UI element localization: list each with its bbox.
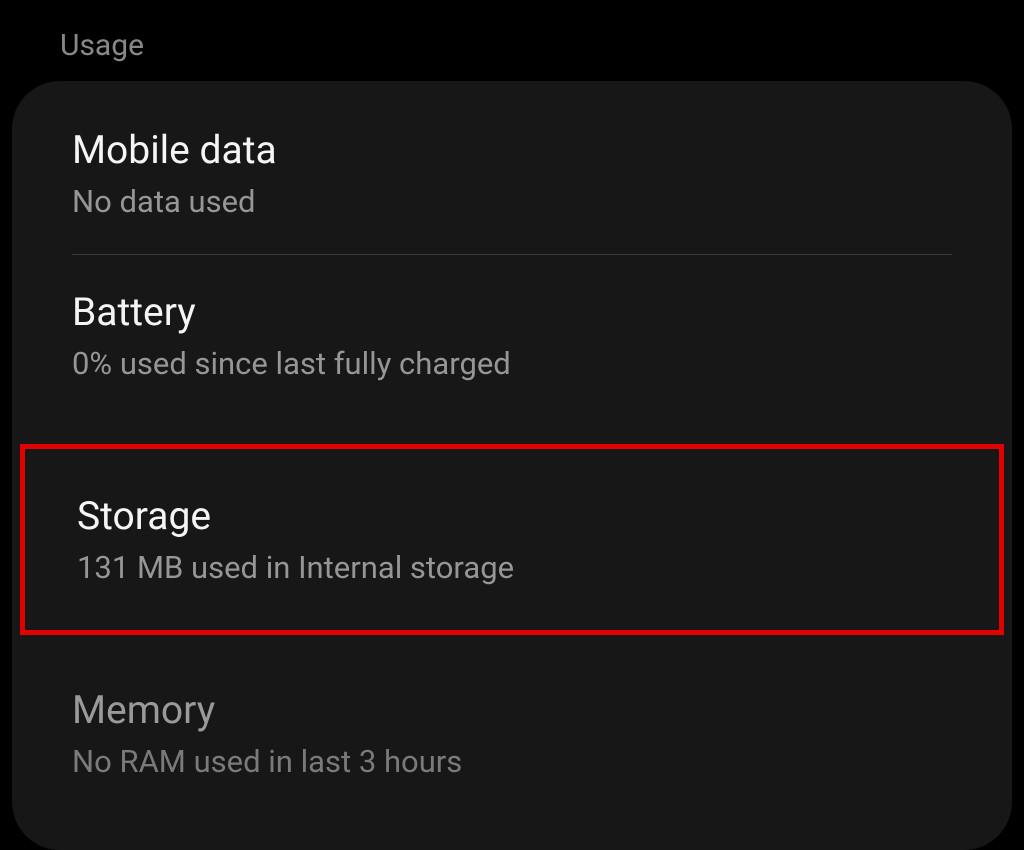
battery-item[interactable]: Battery 0% used since last fully charged — [12, 255, 1012, 416]
mobile-data-subtitle: No data used — [72, 183, 952, 220]
battery-title: Battery — [72, 289, 952, 335]
storage-title: Storage — [77, 493, 947, 539]
memory-subtitle: No RAM used in last 3 hours — [72, 743, 952, 780]
mobile-data-item[interactable]: Mobile data No data used — [12, 93, 1012, 254]
storage-subtitle: 131 MB used in Internal storage — [77, 549, 947, 586]
battery-subtitle: 0% used since last fully charged — [72, 345, 952, 382]
memory-title: Memory — [72, 687, 952, 733]
storage-item[interactable]: Storage 131 MB used in Internal storage — [25, 449, 999, 630]
usage-panel: Mobile data No data used Battery 0% used… — [12, 81, 1012, 850]
section-header: Usage — [0, 0, 1024, 81]
mobile-data-title: Mobile data — [72, 127, 952, 173]
highlight-annotation: Storage 131 MB used in Internal storage — [20, 444, 1004, 635]
memory-item[interactable]: Memory No RAM used in last 3 hours — [12, 653, 1012, 814]
